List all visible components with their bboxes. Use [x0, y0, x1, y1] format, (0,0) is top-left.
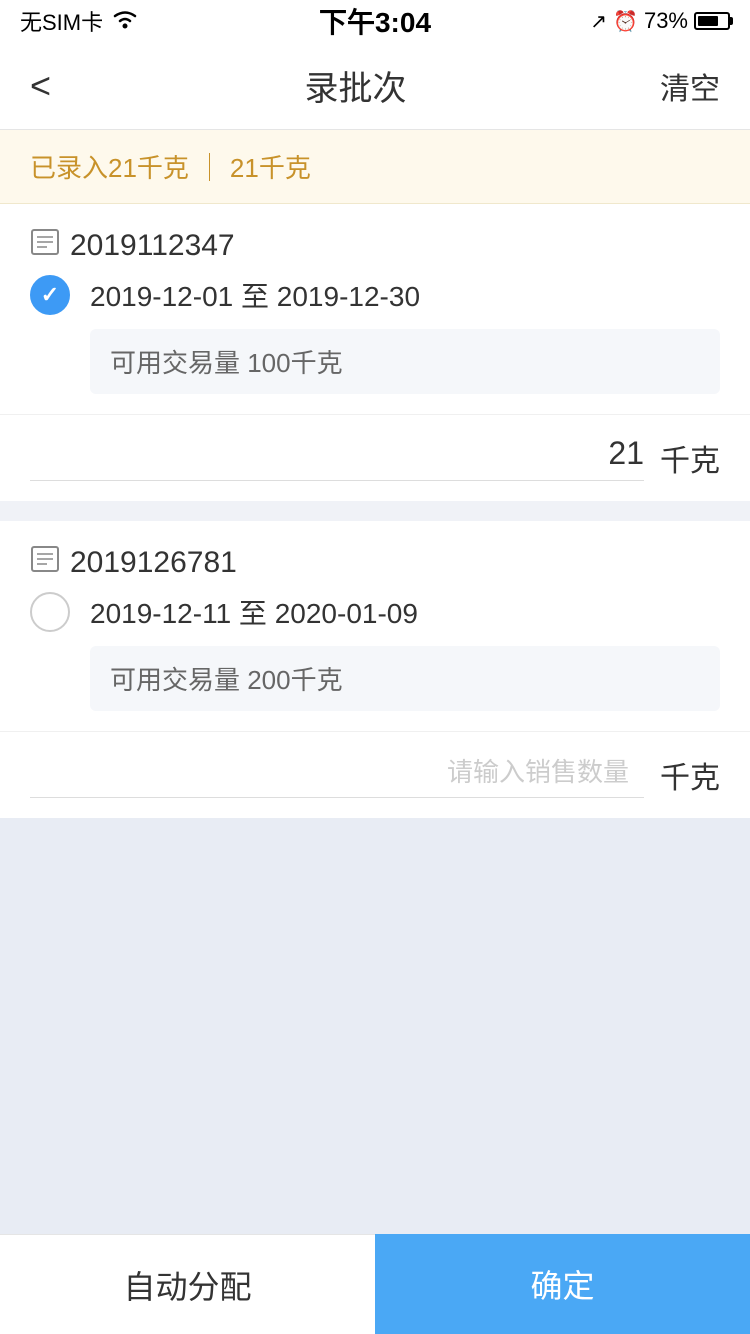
quantity-row-2: 千克	[0, 731, 750, 818]
alarm-icon: ⏰	[613, 9, 638, 34]
quantity-input-2[interactable]	[444, 752, 644, 789]
batch-id-2: 2019126781	[70, 546, 237, 580]
battery-percent: 73%	[644, 8, 688, 34]
back-button[interactable]: <	[30, 65, 51, 107]
batch-available-2: 可用交易量 200千克	[90, 646, 720, 711]
status-time: 下午3:04	[319, 1, 431, 41]
batch-item-1: 2019112347 2019-12-01 至 2019-12-30 可用交易量…	[0, 204, 750, 501]
batch-id-row-1: 2019112347	[30, 228, 720, 263]
status-bar: 无SIM卡 下午3:04 ↗ ⏰ 73%	[0, 0, 750, 42]
summary-divider	[209, 153, 210, 181]
quantity-input-border-2[interactable]	[30, 752, 644, 798]
quantity-row-1: 21 千克	[0, 414, 750, 501]
battery-icon	[694, 12, 730, 30]
summary-bar: 已录入21千克 21千克	[0, 130, 750, 204]
batch-date-row-1[interactable]: 2019-12-01 至 2019-12-30	[30, 275, 720, 315]
confirm-button[interactable]: 确定	[375, 1234, 750, 1334]
quantity-unit-1: 千克	[660, 436, 720, 480]
bottom-bar: 自动分配 确定	[0, 1234, 750, 1334]
location-icon: ↗	[590, 9, 607, 34]
batch-radio-2[interactable]	[30, 592, 70, 632]
empty-content-area	[0, 818, 750, 1234]
batch-id-1: 2019112347	[70, 229, 235, 263]
status-carrier: 无SIM卡	[20, 5, 139, 37]
batch-date-2: 2019-12-11 至 2020-01-09	[90, 592, 418, 632]
wifi-icon	[111, 7, 139, 35]
recorded-label: 已录入21千克	[30, 148, 189, 185]
batch-date-1: 2019-12-01 至 2019-12-30	[90, 275, 420, 315]
batch-date-row-2[interactable]: 2019-12-11 至 2020-01-09	[30, 592, 720, 632]
quantity-unit-2: 千克	[660, 753, 720, 797]
nav-bar: < 录批次 清空	[0, 42, 750, 130]
batch-item-2: 2019126781 2019-12-11 至 2020-01-09 可用交易量…	[0, 521, 750, 818]
auto-distribute-button[interactable]: 自动分配	[0, 1234, 375, 1334]
clear-button[interactable]: 清空	[660, 64, 720, 108]
page-title: 录批次	[305, 61, 407, 110]
batch-doc-icon-2	[30, 545, 60, 580]
batch-doc-icon-1	[30, 228, 60, 263]
batch-id-row-2: 2019126781	[30, 545, 720, 580]
batch-available-1: 可用交易量 100千克	[90, 329, 720, 394]
status-right: ↗ ⏰ 73%	[590, 8, 730, 34]
batch-radio-1[interactable]	[30, 275, 70, 315]
quantity-input-border-1: 21	[30, 435, 644, 481]
carrier-text: 无SIM卡	[20, 5, 103, 37]
total-label: 21千克	[230, 148, 311, 185]
quantity-value-1: 21	[608, 435, 644, 472]
section-separator-1	[0, 501, 750, 521]
